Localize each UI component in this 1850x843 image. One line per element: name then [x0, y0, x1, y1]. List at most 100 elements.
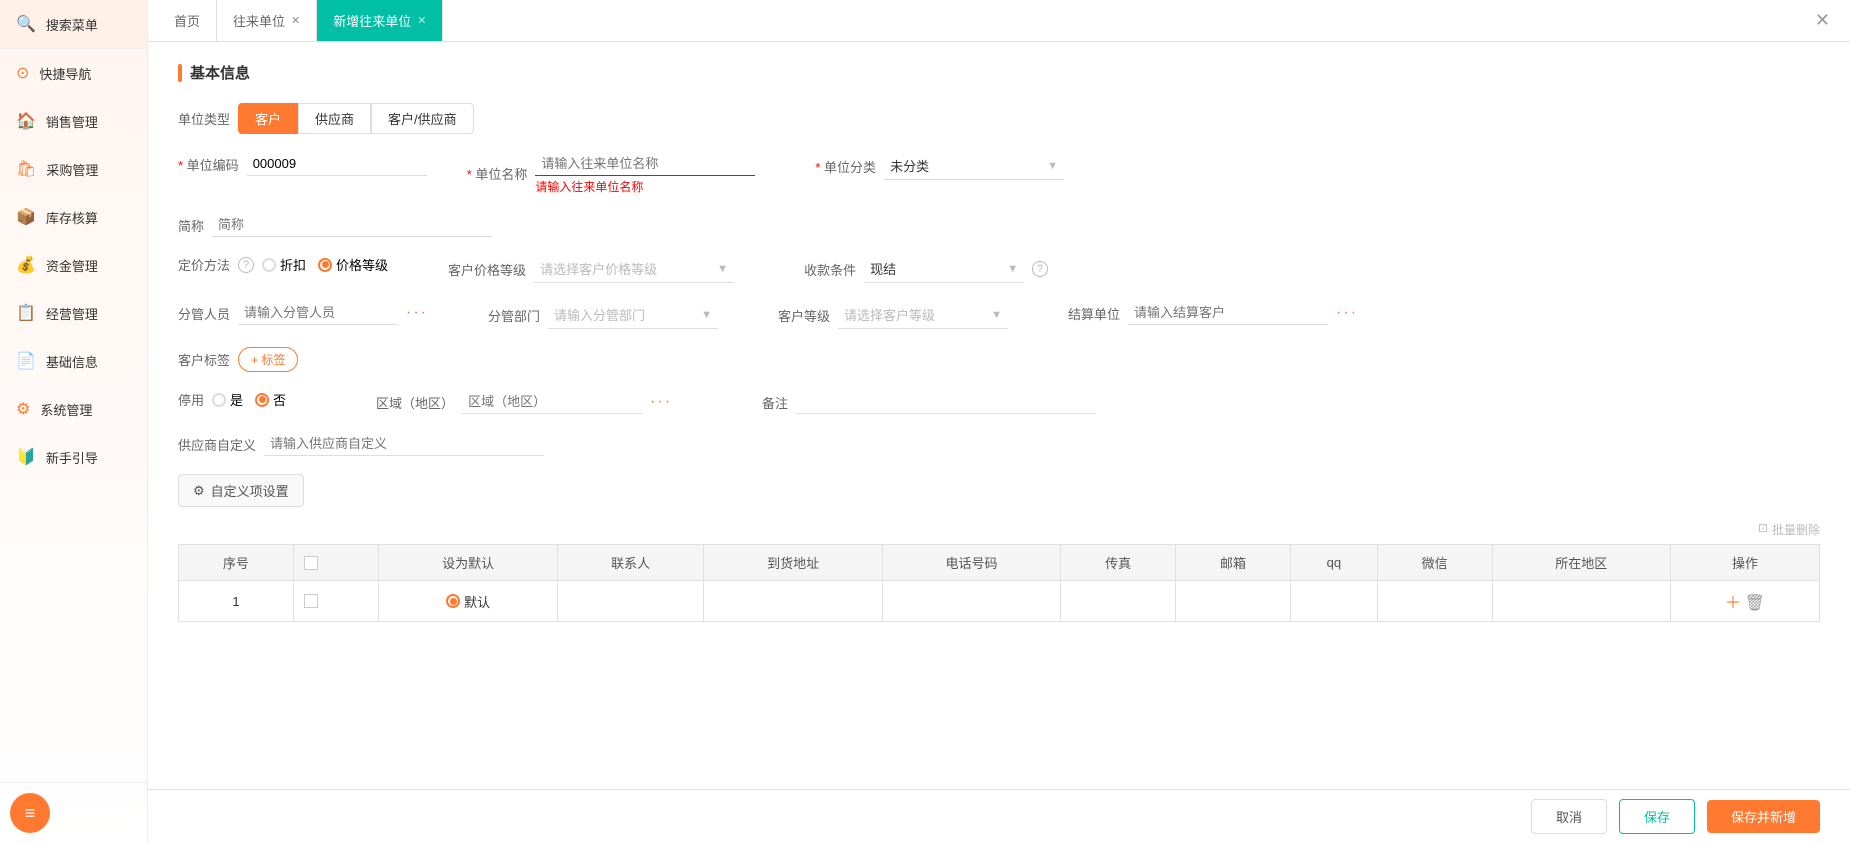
pricing-radio-group: 折扣 价格等级 — [262, 255, 388, 274]
tab-new-partner[interactable]: 新增往来单位 ✕ — [317, 0, 443, 41]
col-address: 到货地址 — [704, 545, 882, 581]
sidebar-item-purchase[interactable]: 🛍 采购管理 — [0, 145, 147, 193]
pricing-label: 定价方法 — [178, 255, 230, 274]
disable-yes-radio[interactable] — [212, 393, 226, 407]
custom-settings-label: 自定义项设置 — [211, 481, 289, 500]
sidebar-item-label: 资金管理 — [46, 256, 98, 275]
sidebar-item-basic[interactable]: 📄 基础信息 — [0, 337, 147, 385]
system-icon: ⚙ — [16, 399, 30, 419]
sidebar: 🔍 搜索菜单 ⊙ 快捷导航 🏠 销售管理 🛍 采购管理 📦 库存核算 💰 资金管… — [0, 0, 148, 843]
customer-level-field: 客户等级 请选择客户等级 ▼ — [778, 301, 1008, 329]
department-label: 分管部门 — [488, 306, 540, 325]
customer-price-select[interactable]: 请选择客户价格等级 ▼ — [534, 255, 734, 283]
name-error-msg: 请输入往来单位名称 — [535, 178, 755, 195]
tab-home-label: 首页 — [174, 11, 200, 30]
col-wechat: 微信 — [1377, 545, 1492, 581]
finance-icon: 💰 — [16, 255, 36, 275]
category-select[interactable]: 未分类 ▼ — [884, 152, 1064, 180]
manager-more-icon[interactable]: ··· — [406, 304, 428, 322]
batch-delete-label[interactable]: 批量删除 — [1772, 521, 1820, 538]
pricing-level-radio[interactable] — [318, 258, 332, 272]
settlement-input[interactable] — [1128, 301, 1328, 325]
unit-type-both-btn[interactable]: 客户/供应商 — [371, 103, 474, 134]
department-placeholder: 请输入分管部门 — [554, 305, 695, 324]
sidebar-item-search[interactable]: 🔍 搜索菜单 — [0, 0, 147, 49]
unit-type-customer-btn[interactable]: 客户 — [238, 103, 298, 134]
short-name-input[interactable] — [212, 213, 492, 237]
col-phone: 电话号码 — [882, 545, 1060, 581]
department-select[interactable]: 请输入分管部门 ▼ — [548, 301, 718, 329]
payment-info-icon[interactable]: ? — [1032, 261, 1048, 277]
sidebar-item-finance[interactable]: 💰 资金管理 — [0, 241, 147, 289]
tab-partners[interactable]: 往来单位 ✕ — [217, 0, 317, 41]
chevron-down-icon: ▼ — [701, 309, 712, 321]
pricing-level-option[interactable]: 价格等级 — [318, 255, 388, 274]
short-name-field: 简称 — [178, 213, 492, 237]
form-footer: 取消 保存 保存并新增 — [148, 789, 1850, 843]
region-field: 区域（地区） ··· — [376, 390, 672, 414]
operation-icon: 📋 — [16, 303, 36, 323]
pricing-discount-radio[interactable] — [262, 258, 276, 272]
settlement-more-icon[interactable]: ··· — [1336, 304, 1358, 322]
manager-field: 分管人员 ··· — [178, 301, 428, 325]
custom-settings-button[interactable]: ⚙ 自定义项设置 — [178, 474, 304, 507]
manager-input[interactable] — [238, 301, 398, 325]
chevron-down-icon: ▼ — [1007, 263, 1018, 275]
custom-settings-wrapper: ⚙ 自定义项设置 — [178, 474, 1820, 507]
customer-level-select[interactable]: 请选择客户等级 ▼ — [838, 301, 1008, 329]
close-tab-partners-icon[interactable]: ✕ — [291, 14, 300, 27]
remark-label: 备注 — [762, 393, 788, 412]
main-area: 首页 往来单位 ✕ 新增往来单位 ✕ ✕ 基本信息 单位类型 客户 供应商 客户… — [148, 0, 1850, 843]
section-basic-info: 基本信息 — [178, 62, 1820, 83]
add-tag-button[interactable]: + 标签 — [238, 347, 298, 372]
sidebar-item-stock[interactable]: 📦 库存核算 — [0, 193, 147, 241]
unit-type-supplier-btn[interactable]: 供应商 — [298, 103, 371, 134]
row-checkbox[interactable] — [304, 594, 318, 608]
disable-yes-option[interactable]: 是 — [212, 390, 243, 409]
region-more-icon[interactable]: ··· — [650, 393, 672, 411]
row-email — [1176, 581, 1291, 622]
region-input[interactable] — [462, 390, 642, 414]
cancel-button[interactable]: 取消 — [1531, 799, 1607, 834]
sidebar-item-label: 经营管理 — [46, 304, 98, 323]
remark-input[interactable] — [796, 390, 1096, 414]
disable-no-option[interactable]: 否 — [255, 390, 286, 409]
select-all-checkbox[interactable] — [304, 556, 318, 570]
row-default-radio[interactable]: 默认 — [389, 592, 546, 611]
sidebar-item-sales[interactable]: 🏠 销售管理 — [0, 97, 147, 145]
basic-icon: 📄 — [16, 351, 36, 371]
disable-radio-group: 是 否 — [212, 390, 286, 409]
pricing-discount-option[interactable]: 折扣 — [262, 255, 306, 274]
default-radio-circle[interactable] — [446, 594, 460, 608]
sidebar-item-guide[interactable]: 🔰 新手引导 — [0, 433, 147, 481]
supplier-custom-input[interactable] — [264, 432, 544, 456]
add-row-button[interactable]: ＋ — [1725, 589, 1741, 613]
sidebar-item-system[interactable]: ⚙ 系统管理 — [0, 385, 147, 433]
sidebar-item-operation[interactable]: 📋 经营管理 — [0, 289, 147, 337]
chevron-down-icon: ▼ — [1047, 160, 1058, 172]
delete-row-button[interactable]: 🗑 — [1745, 593, 1765, 613]
settlement-field: 结算单位 ··· — [1068, 301, 1358, 325]
name-input[interactable] — [535, 152, 755, 176]
disable-no-radio[interactable] — [255, 393, 269, 407]
supplier-custom-row: 供应商自定义 — [178, 432, 1820, 456]
code-name-category-row: 单位编码 单位名称 请输入往来单位名称 单位分类 未分类 ▼ — [178, 152, 1820, 195]
tab-home[interactable]: 首页 — [158, 0, 217, 41]
customer-price-placeholder: 请选择客户价格等级 — [540, 259, 711, 278]
save-and-new-button[interactable]: 保存并新增 — [1707, 800, 1820, 833]
pricing-info-icon[interactable]: ? — [238, 257, 254, 273]
guide-icon: 🔰 — [16, 447, 36, 467]
col-qq: qq — [1291, 545, 1378, 581]
close-tab-new-partner-icon[interactable]: ✕ — [417, 14, 426, 27]
code-input[interactable] — [247, 152, 427, 176]
col-fax: 传真 — [1061, 545, 1176, 581]
col-no: 序号 — [179, 545, 294, 581]
row-region — [1492, 581, 1670, 622]
close-window-button[interactable]: ✕ — [1805, 10, 1840, 31]
save-button[interactable]: 保存 — [1619, 799, 1695, 834]
payment-select[interactable]: 现结 ▼ — [864, 255, 1024, 283]
table-header: 序号 设为默认 联系人 到货地址 电话号码 传真 邮箱 qq 微信 所在地区 操… — [179, 545, 1820, 581]
sidebar-item-quick-nav[interactable]: ⊙ 快捷导航 — [0, 49, 147, 97]
sidebar-expand-btn[interactable]: ≡ — [10, 793, 50, 833]
stock-icon: 📦 — [16, 207, 36, 227]
